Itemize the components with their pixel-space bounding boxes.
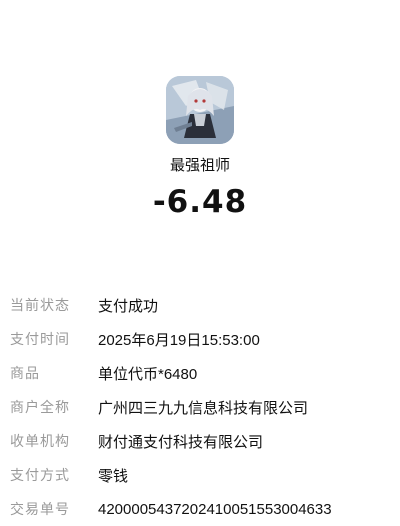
- detail-value: 零钱: [98, 467, 129, 485]
- detail-value: 财付通支付科技有限公司: [98, 433, 264, 451]
- detail-label: 收单机构: [10, 434, 70, 450]
- detail-value: 支付成功: [98, 297, 159, 315]
- detail-row-status: 当前状态 支付成功: [10, 288, 395, 322]
- detail-label: 支付时间: [10, 332, 70, 348]
- transaction-id-value[interactable]: 4200005437202410051553004633: [98, 501, 332, 518]
- detail-value: 2025年6月19日15:53:00: [98, 331, 260, 349]
- merchant-header: 最强祖师 -6.48: [0, 76, 400, 220]
- detail-label: 商品: [10, 366, 40, 382]
- detail-label: 商户全称: [10, 400, 70, 416]
- detail-value: 广州四三九九信息科技有限公司: [98, 399, 309, 417]
- detail-label: 支付方式: [10, 468, 70, 484]
- detail-row-merchant-full-name: 商户全称 广州四三九九信息科技有限公司: [10, 390, 395, 424]
- detail-row-transaction-id: 交易单号 4200005437202410051553004633: [10, 492, 395, 526]
- detail-row-payment-time: 支付时间 2025年6月19日15:53:00: [10, 322, 395, 356]
- detail-value: 单位代币*6480: [98, 365, 198, 383]
- detail-row-product: 商品 单位代币*6480: [10, 356, 395, 390]
- detail-label: 当前状态: [10, 298, 70, 314]
- detail-row-payment-method: 支付方式 零钱: [10, 458, 395, 492]
- detail-label: 交易单号: [10, 502, 70, 518]
- game-avatar-icon[interactable]: [166, 76, 234, 144]
- detail-row-acquirer: 收单机构 财付通支付科技有限公司: [10, 424, 395, 458]
- payment-amount: -6.48: [152, 184, 248, 220]
- merchant-name: 最强祖师: [169, 156, 230, 174]
- transaction-details: 当前状态 支付成功 支付时间 2025年6月19日15:53:00 商品 单位代…: [10, 288, 395, 526]
